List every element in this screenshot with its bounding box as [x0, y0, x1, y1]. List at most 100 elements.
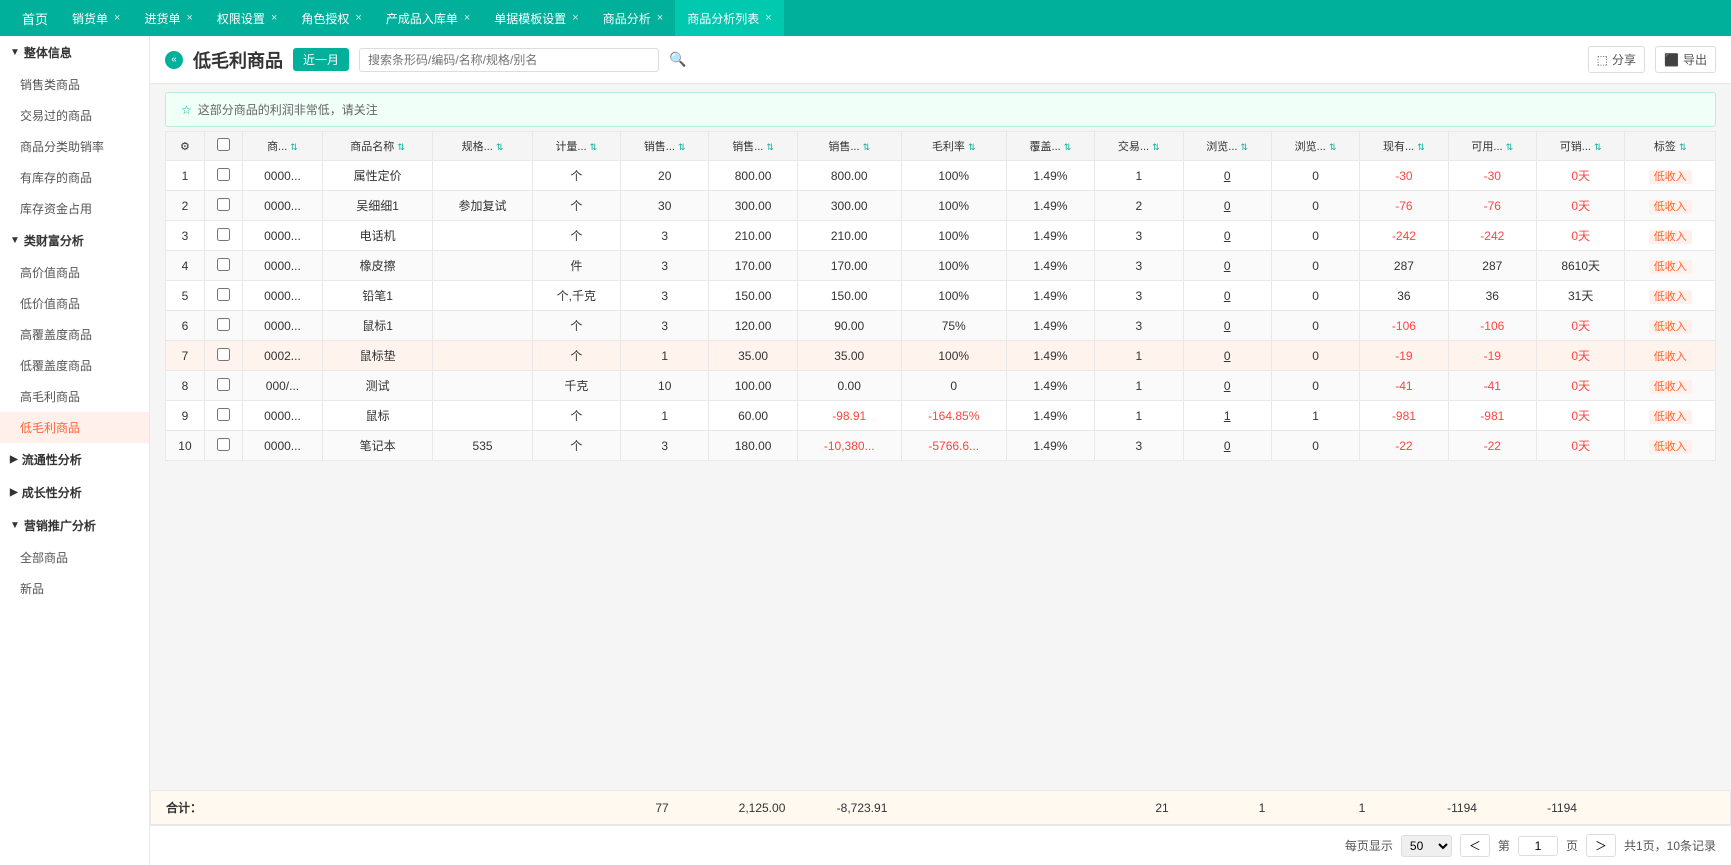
page-size-select[interactable]: 50 100 200 — [1401, 835, 1452, 857]
sidebar-item-capital[interactable]: 库存资金占用 — [0, 193, 149, 224]
sidebar-group-marketing[interactable]: ▼ 营销推广分析 — [0, 509, 149, 542]
cell-checkbox[interactable] — [204, 401, 242, 431]
nav-templates[interactable]: 单据模板设置 × — [482, 0, 590, 36]
view1-link[interactable]: 0 — [1224, 289, 1231, 303]
view1-link[interactable]: 0 — [1224, 199, 1231, 213]
nav-permissions[interactable]: 权限设置 × — [205, 0, 289, 36]
col-sellable[interactable]: 可销... ⇅ — [1537, 132, 1625, 161]
cell-view1[interactable]: 0 — [1183, 251, 1271, 281]
cell-checkbox[interactable] — [204, 161, 242, 191]
col-current-stock[interactable]: 现有... ⇅ — [1360, 132, 1448, 161]
col-unit[interactable]: 计量... ⇅ — [532, 132, 620, 161]
row-checkbox[interactable] — [217, 378, 230, 391]
nav-purchase-close[interactable]: × — [186, 12, 192, 24]
col-sales-amount[interactable]: 销售... ⇅ — [797, 132, 901, 161]
view1-link[interactable]: 0 — [1224, 349, 1231, 363]
row-checkbox[interactable] — [217, 408, 230, 421]
view1-link[interactable]: 0 — [1224, 169, 1231, 183]
view1-link[interactable]: 0 — [1224, 379, 1231, 393]
cell-view1[interactable]: 0 — [1183, 281, 1271, 311]
cell-view1[interactable]: 0 — [1183, 191, 1271, 221]
cell-checkbox[interactable] — [204, 371, 242, 401]
nav-products-close[interactable]: × — [464, 12, 470, 24]
view1-link[interactable]: 0 — [1224, 439, 1231, 453]
page-number-input[interactable] — [1518, 836, 1558, 856]
view1-link[interactable]: 0 — [1224, 229, 1231, 243]
nav-analysis[interactable]: 商品分析 × — [591, 0, 675, 36]
nav-roles[interactable]: 角色授权 × — [289, 0, 373, 36]
col-transaction[interactable]: 交易... ⇅ — [1095, 132, 1183, 161]
share-button[interactable]: ⬚ 分享 — [1588, 46, 1645, 73]
sidebar-group-overall[interactable]: ▼ 整体信息 — [0, 36, 149, 69]
next-page-btn[interactable]: ＞ — [1586, 834, 1616, 857]
cell-view1[interactable]: 0 — [1183, 431, 1271, 461]
cell-checkbox[interactable] — [204, 341, 242, 371]
sidebar-item-all-goods[interactable]: 全部商品 — [0, 542, 149, 573]
col-settings[interactable]: ⚙ — [166, 132, 205, 161]
cell-checkbox[interactable] — [204, 251, 242, 281]
cell-view1[interactable]: 1 — [1183, 401, 1271, 431]
nav-analysis-list[interactable]: 商品分析列表 × — [675, 0, 783, 36]
sidebar-item-high-margin[interactable]: 高毛利商品 — [0, 381, 149, 412]
nav-purchase[interactable]: 进货单 × — [132, 0, 204, 36]
view1-link[interactable]: 0 — [1224, 259, 1231, 273]
nav-home[interactable]: 首页 — [10, 0, 60, 36]
date-filter-button[interactable]: 近一月 — [293, 48, 349, 71]
cell-checkbox[interactable] — [204, 311, 242, 341]
row-checkbox[interactable] — [217, 348, 230, 361]
sidebar-item-low-margin[interactable]: 低毛利商品 — [0, 412, 149, 443]
prev-page-btn[interactable]: ＜ — [1460, 834, 1490, 857]
sidebar-item-in-stock[interactable]: 有库存的商品 — [0, 162, 149, 193]
nav-roles-close[interactable]: × — [355, 12, 361, 24]
sidebar-item-low-value[interactable]: 低价值商品 — [0, 288, 149, 319]
cell-checkbox[interactable] — [204, 431, 242, 461]
row-checkbox[interactable] — [217, 438, 230, 451]
sidebar-item-traded-goods[interactable]: 交易过的商品 — [0, 100, 149, 131]
sidebar-item-high-value[interactable]: 高价值商品 — [0, 257, 149, 288]
nav-sales[interactable]: 销货单 × — [60, 0, 132, 36]
col-sales-price[interactable]: 销售... ⇅ — [709, 132, 797, 161]
col-coverage[interactable]: 覆盖... ⇅ — [1006, 132, 1094, 161]
sidebar-item-high-coverage[interactable]: 高覆盖度商品 — [0, 319, 149, 350]
cell-checkbox[interactable] — [204, 191, 242, 221]
row-checkbox[interactable] — [217, 198, 230, 211]
search-input[interactable] — [359, 48, 659, 72]
view1-link[interactable]: 0 — [1224, 319, 1231, 333]
col-available[interactable]: 可用... ⇅ — [1448, 132, 1536, 161]
nav-sales-close[interactable]: × — [114, 12, 120, 24]
search-icon[interactable]: 🔍 — [669, 51, 686, 68]
cell-view1[interactable]: 0 — [1183, 341, 1271, 371]
select-all-checkbox[interactable] — [217, 138, 230, 151]
col-tag[interactable]: 标签 ⇅ — [1625, 132, 1716, 161]
nav-templates-close[interactable]: × — [572, 12, 578, 24]
row-checkbox[interactable] — [217, 168, 230, 181]
col-spec[interactable]: 规格... ⇅ — [433, 132, 532, 161]
cell-view1[interactable]: 0 — [1183, 311, 1271, 341]
sidebar-item-new-goods[interactable]: 新品 — [0, 573, 149, 604]
collapse-sidebar-btn[interactable]: « — [165, 51, 183, 69]
cell-view1[interactable]: 0 — [1183, 371, 1271, 401]
nav-permissions-close[interactable]: × — [271, 12, 277, 24]
row-checkbox[interactable] — [217, 228, 230, 241]
nav-products[interactable]: 产成品入库单 × — [374, 0, 482, 36]
col-code[interactable]: 商... ⇅ — [243, 132, 323, 161]
col-sales-qty[interactable]: 销售... ⇅ — [621, 132, 709, 161]
row-checkbox[interactable] — [217, 258, 230, 271]
view1-link[interactable]: 1 — [1224, 409, 1231, 423]
nav-analysis-close[interactable]: × — [657, 12, 663, 24]
sidebar-group-flow[interactable]: ▶ 流通性分析 — [0, 443, 149, 476]
sidebar-group-growth[interactable]: ▶ 成长性分析 — [0, 476, 149, 509]
export-button[interactable]: ⬛ 导出 — [1655, 46, 1716, 73]
cell-view1[interactable]: 0 — [1183, 221, 1271, 251]
nav-analysis-list-close[interactable]: × — [765, 12, 771, 24]
cell-view1[interactable]: 0 — [1183, 161, 1271, 191]
row-checkbox[interactable] — [217, 288, 230, 301]
cell-checkbox[interactable] — [204, 281, 242, 311]
sidebar-item-low-coverage[interactable]: 低覆盖度商品 — [0, 350, 149, 381]
row-checkbox[interactable] — [217, 318, 230, 331]
col-checkbox[interactable] — [204, 132, 242, 161]
sidebar-group-wealth[interactable]: ▼ 类财富分析 — [0, 224, 149, 257]
col-gross-margin[interactable]: 毛利率 ⇅ — [901, 132, 1006, 161]
sidebar-item-category-rate[interactable]: 商品分类助销率 — [0, 131, 149, 162]
sidebar-item-sales-goods[interactable]: 销售类商品 — [0, 69, 149, 100]
